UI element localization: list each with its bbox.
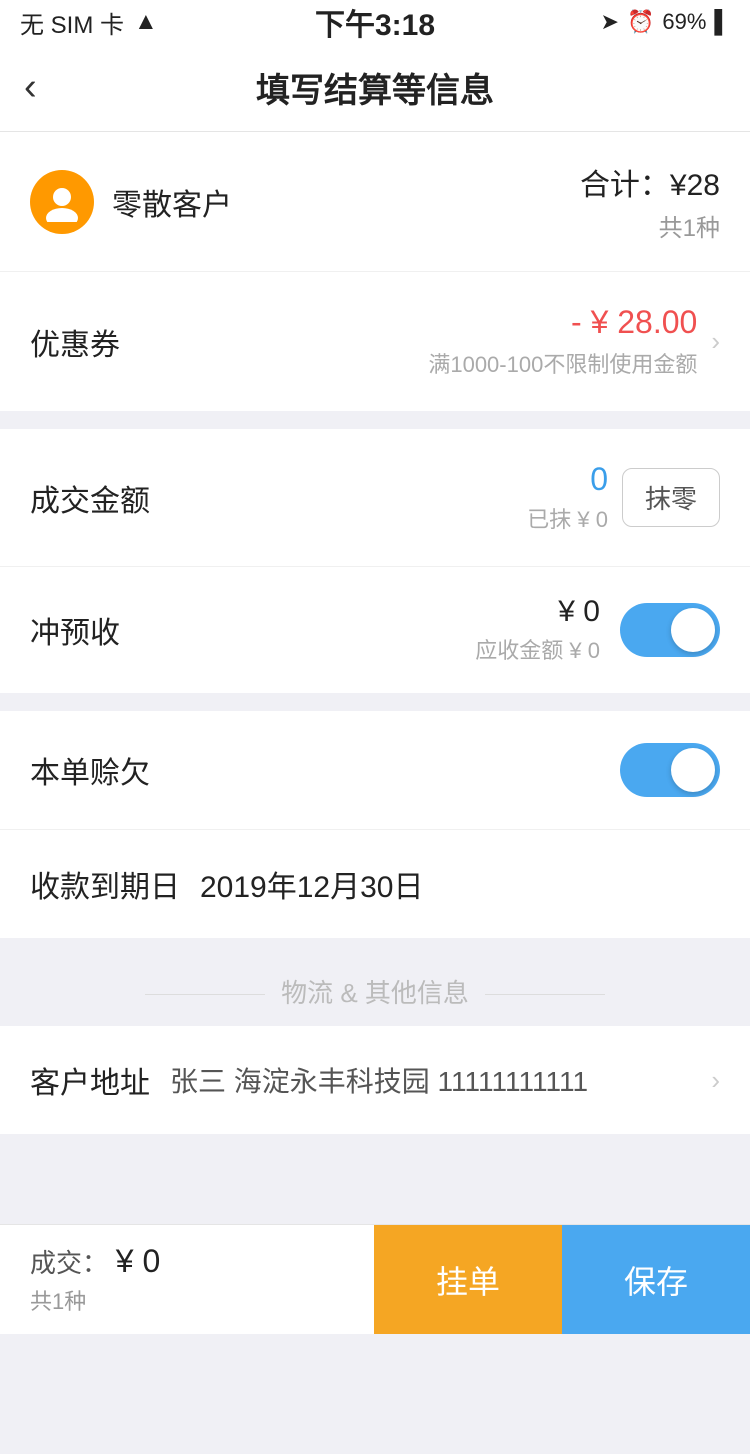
bottom-summary: 成交： ¥ 0 共1种 <box>0 1243 374 1316</box>
bottom-count: 共1种 <box>30 1284 344 1316</box>
bottom-deal-amount: ¥ 0 <box>116 1243 160 1279</box>
round-zero-button[interactable]: 抹零 <box>622 468 720 527</box>
address-value: 张三 海淀永丰科技园 11111111111 <box>170 1060 711 1100</box>
location-icon: ➤ <box>601 9 619 35</box>
bottom-deal-label: 成交： <box>30 1248 108 1278</box>
deal-amount-block: 0 已抹 ¥ 0 <box>527 461 608 534</box>
coupon-row[interactable]: 优惠券 - ¥ 28.00 满1000-100不限制使用金额 › <box>0 272 750 411</box>
divider-1 <box>0 938 750 956</box>
deal-amount-label: 成交金额 <box>30 476 150 520</box>
chong-sub: 应收金额 ¥ 0 <box>475 633 600 665</box>
customer-avatar <box>30 170 94 234</box>
deal-amount-row: 成交金额 0 已抹 ¥ 0 抹零 <box>0 429 750 567</box>
battery-label: 69% <box>662 9 706 35</box>
status-bar-time: 下午3:18 <box>315 0 435 44</box>
bottom-buttons: 挂单 保存 <box>374 1225 750 1334</box>
chevron-right-icon: › <box>711 326 720 357</box>
page-title: 填写结算等信息 <box>256 63 494 112</box>
due-date-value: 2019年12月30日 <box>200 862 423 906</box>
status-bar: 无 SIM 卡 ▲ 下午3:18 ➤ ⏰ 69% ▌ <box>0 0 750 44</box>
battery-icon: ▌ <box>714 9 730 35</box>
address-chevron-icon: › <box>711 1065 720 1096</box>
benshen-toggle[interactable] <box>620 743 720 797</box>
chong-row: 冲预收 ¥ 0 应收金额 ¥ 0 <box>0 567 750 693</box>
due-date-row: 收款到期日 2019年12月30日 <box>0 829 750 938</box>
logistics-label: 物流 & 其他信息 <box>129 973 621 1010</box>
logistics-divider: 物流 & 其他信息 <box>0 956 750 1026</box>
address-label: 客户地址 <box>30 1058 150 1102</box>
coupon-label: 优惠券 <box>30 320 120 364</box>
chong-amount: ¥ 0 <box>475 595 600 629</box>
benshen-row: 本单赊欠 <box>0 711 750 829</box>
chong-label: 冲预收 <box>30 608 120 652</box>
chong-value-block: ¥ 0 应收金额 ¥ 0 <box>475 595 600 665</box>
coupon-amount: - ¥ 28.00 <box>428 304 697 341</box>
coupon-desc: 满1000-100不限制使用金额 <box>428 347 697 379</box>
customer-right: 合计：¥28 共1种 <box>580 160 720 243</box>
due-date-label: 收款到期日 <box>30 862 180 906</box>
coupon-value-block: - ¥ 28.00 满1000-100不限制使用金额 <box>428 304 697 379</box>
bottom-bar: 成交： ¥ 0 共1种 挂单 保存 <box>0 1224 750 1334</box>
bottom-deal-row: 成交： ¥ 0 <box>30 1243 344 1280</box>
coupon-right: - ¥ 28.00 满1000-100不限制使用金额 › <box>428 304 720 379</box>
customer-row: 零散客户 合计：¥28 共1种 <box>0 132 750 271</box>
deal-sub: 已抹 ¥ 0 <box>527 502 608 534</box>
status-bar-left: 无 SIM 卡 ▲ <box>20 5 158 40</box>
benshen-label: 本单赊欠 <box>30 748 150 792</box>
toggle-knob <box>671 608 715 652</box>
total-price: 合计：¥28 <box>580 160 720 204</box>
hang-button[interactable]: 挂单 <box>374 1225 562 1334</box>
chong-toggle[interactable] <box>620 603 720 657</box>
customer-left: 零散客户 <box>30 170 232 234</box>
total-count: 共1种 <box>580 208 720 243</box>
back-button[interactable]: ‹ <box>24 66 37 109</box>
address-row[interactable]: 客户地址 张三 海淀永丰科技园 11111111111 › <box>0 1026 750 1134</box>
chong-right: ¥ 0 应收金额 ¥ 0 <box>475 595 720 665</box>
deal-amount-value: 0 <box>527 461 608 498</box>
nav-bar: ‹ 填写结算等信息 <box>0 44 750 132</box>
customer-name: 零散客户 <box>112 180 232 224</box>
carrier-label: 无 SIM 卡 <box>20 5 124 40</box>
status-bar-right: ➤ ⏰ 69% ▌ <box>601 9 730 35</box>
alarm-icon: ⏰ <box>627 9 654 35</box>
deal-amount-right: 0 已抹 ¥ 0 抹零 <box>527 461 720 534</box>
save-button[interactable]: 保存 <box>562 1225 750 1334</box>
benshen-toggle-knob <box>671 748 715 792</box>
wifi-icon: ▲ <box>134 8 158 36</box>
